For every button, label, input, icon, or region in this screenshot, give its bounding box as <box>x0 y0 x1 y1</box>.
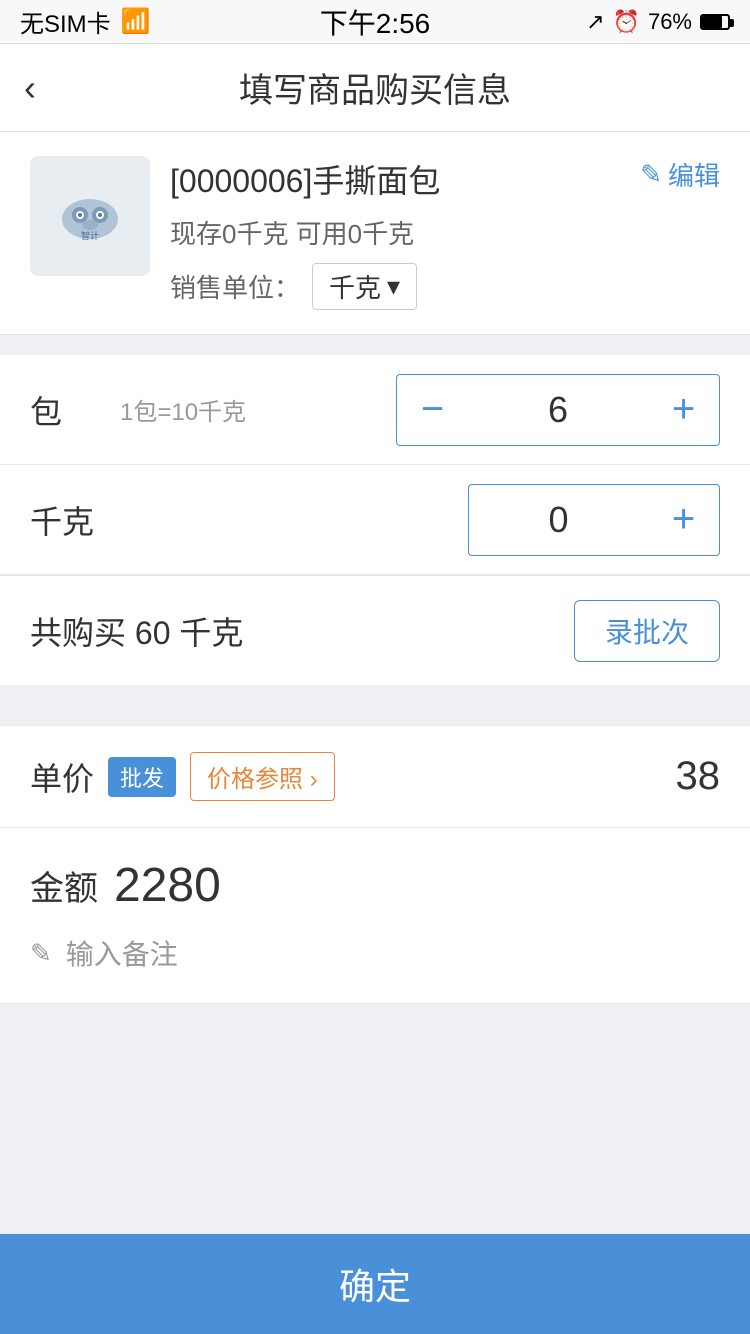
product-unit-row: 销售单位： 千克 ▾ <box>170 263 720 310</box>
price-left: 单价 批发 价格参照 › <box>30 752 335 801</box>
status-bar: 无SIM卡 📶 下午2:56 ↗ ⏰ 76% <box>0 0 750 44</box>
amount-section: 金额 2280 ✎ 输入备注 <box>0 828 750 1004</box>
amount-value: 2280 <box>114 858 221 913</box>
total-row: 共购买 60 千克 录批次 <box>0 575 750 685</box>
nav-bar: ‹ 填写商品购买信息 <box>0 44 750 132</box>
bao-hint: 1包=10千克 <box>120 392 396 427</box>
wifi-icon: 📶 <box>121 7 151 36</box>
price-type-badge: 批发 <box>108 757 176 797</box>
battery-icon <box>700 14 730 30</box>
kg-value[interactable]: 0 <box>468 484 648 556</box>
unit-value: 千克 <box>329 268 381 305</box>
page-title: 填写商品购买信息 <box>239 63 511 112</box>
confirm-button[interactable]: 确定 <box>0 1234 750 1334</box>
bao-input-row: 包 1包=10千克 − 6 + <box>0 355 750 465</box>
remark-placeholder: 输入备注 <box>66 933 178 973</box>
remark-icon: ✎ <box>30 938 52 969</box>
confirm-button-label: 确定 <box>339 1258 411 1310</box>
edit-label: 编辑 <box>668 156 720 193</box>
price-label: 单价 <box>30 754 94 800</box>
bao-minus-button[interactable]: − <box>396 374 468 446</box>
section-divider-1 <box>0 335 750 355</box>
unit-dropdown[interactable]: 千克 ▾ <box>312 263 417 310</box>
battery-percent: 76% <box>648 9 692 35</box>
amount-row: 金额 2280 <box>30 858 720 913</box>
total-text: 共购买 60 千克 <box>30 608 243 654</box>
section-divider-2 <box>0 685 750 705</box>
remark-row[interactable]: ✎ 输入备注 <box>30 933 720 973</box>
product-name: [0000006]手撕面包 <box>170 156 720 202</box>
status-time: 下午2:56 <box>320 2 431 42</box>
status-right: ↗ ⏰ 76% <box>586 9 730 35</box>
alarm-icon: ⏰ <box>613 9 640 35</box>
product-info: [0000006]手撕面包 现存0千克 可用0千克 销售单位： 千克 ▾ <box>170 156 720 310</box>
edit-button[interactable]: ✎ 编辑 <box>640 156 720 193</box>
product-stock: 现存0千克 可用0千克 <box>170 214 720 251</box>
carrier-text: 无SIM卡 <box>20 4 111 39</box>
bao-value[interactable]: 6 <box>468 374 648 446</box>
product-card: 智计 [0000006]手撕面包 现存0千克 可用0千克 销售单位： 千克 ▾ … <box>0 132 750 335</box>
batch-button[interactable]: 录批次 <box>574 600 720 662</box>
location-icon: ↗ <box>586 9 604 35</box>
bao-plus-button[interactable]: + <box>648 374 720 446</box>
bao-label: 包 <box>30 387 110 433</box>
price-section: 单价 批发 价格参照 › 38 <box>0 725 750 828</box>
kg-plus-button[interactable]: + <box>648 484 720 556</box>
edit-icon: ✎ <box>640 159 662 190</box>
kg-input-row: 千克 0 + <box>0 465 750 575</box>
main-content: 智计 [0000006]手撕面包 现存0千克 可用0千克 销售单位： 千克 ▾ … <box>0 132 750 1104</box>
kg-label: 千克 <box>30 497 110 543</box>
unit-label: 销售单位： <box>170 268 300 305</box>
quantity-input-section: 包 1包=10千克 − 6 + 千克 0 + 共购买 60 千克 录批次 <box>0 355 750 685</box>
price-value: 38 <box>676 754 721 799</box>
back-button[interactable]: ‹ <box>24 67 36 109</box>
svg-text:智计: 智计 <box>81 230 99 241</box>
status-left: 无SIM卡 📶 <box>20 4 151 39</box>
bao-controls: − 6 + <box>396 374 720 446</box>
kg-controls: 0 + <box>468 484 720 556</box>
product-logo: 智计 <box>55 191 125 241</box>
unit-arrow: ▾ <box>387 271 400 302</box>
amount-label: 金额 <box>30 861 98 910</box>
price-ref-button[interactable]: 价格参照 › <box>190 752 335 801</box>
product-image: 智计 <box>30 156 150 276</box>
